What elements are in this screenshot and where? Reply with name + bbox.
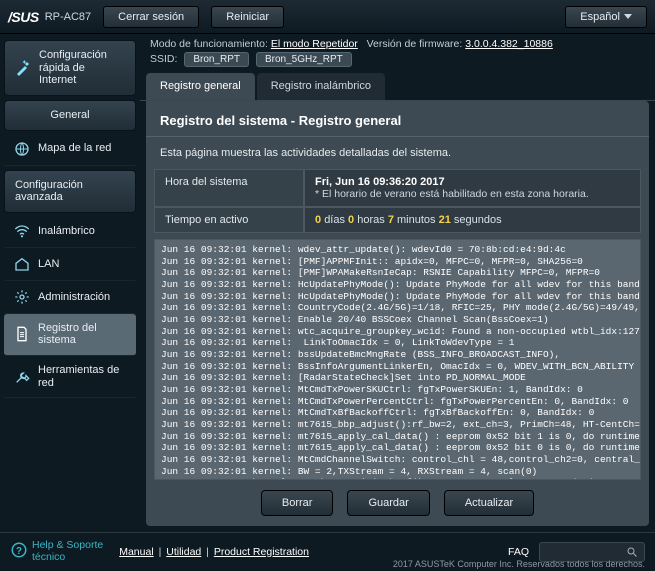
sidebar-label: Administración [38, 291, 110, 304]
op-mode-link[interactable]: El modo Repetidor [271, 38, 358, 50]
sidebar-item-wireless[interactable]: Inalámbrico [4, 215, 136, 248]
model-name: RP-AC87 [45, 11, 91, 23]
house-icon [14, 256, 30, 272]
search-input[interactable] [546, 546, 626, 558]
sidebar-label: Inalámbrico [38, 225, 95, 238]
ssid-chip-1: Bron_RPT [184, 52, 249, 67]
sidebar-item-system-log[interactable]: Registro del sistema [4, 314, 136, 356]
product-registration-link[interactable]: Product Registration [214, 546, 309, 558]
utility-link[interactable]: Utilidad [166, 546, 201, 558]
sidebar-item-quick-setup[interactable]: Configuración rápida de Internet [4, 40, 136, 96]
log-panel: Registro del sistema - Registro general … [146, 101, 649, 526]
sidebar-item-administration[interactable]: Administración [4, 281, 136, 314]
system-time-label: Hora del sistema [154, 169, 304, 207]
sidebar-label: Mapa de la red [38, 142, 111, 155]
faq-link[interactable]: FAQ [508, 546, 529, 558]
document-icon [14, 326, 30, 342]
uptime-days-num: 0 [315, 214, 321, 226]
op-mode-label: Modo de funcionamiento: [150, 38, 268, 50]
sidebar: Configuración rápida de Internet General… [0, 34, 140, 532]
dst-note: * El horario de verano está habilitado e… [315, 188, 630, 200]
wand-icon [15, 60, 31, 76]
ssid-chip-2: Bron_5GHz_RPT [256, 52, 352, 67]
uptime-label: Tiempo en activo [154, 207, 304, 233]
copyright-text: 2017 ASUSTeK Computer Inc. Reservados to… [393, 559, 645, 569]
clear-button[interactable]: Borrar [261, 490, 334, 516]
sidebar-item-network-map[interactable]: Mapa de la red [4, 133, 136, 166]
tools-icon [14, 369, 30, 385]
language-dropdown[interactable]: Español [565, 6, 647, 28]
reboot-button[interactable]: Reiniciar [211, 6, 284, 28]
sidebar-item-lan[interactable]: LAN [4, 248, 136, 281]
logout-button[interactable]: Cerrar sesión [103, 6, 199, 28]
panel-description: Esta página muestra las actividades deta… [146, 137, 649, 169]
uptime-minutes-label: minutos [397, 214, 436, 226]
brand-logo: /SUS [8, 9, 39, 25]
wifi-icon [14, 223, 30, 239]
sidebar-item-network-tools[interactable]: Herramientas de red [4, 356, 136, 398]
uptime-minutes-num: 7 [388, 214, 394, 226]
save-button[interactable]: Guardar [347, 490, 429, 516]
log-textarea[interactable] [154, 239, 641, 480]
system-time-text: Fri, Jun 16 09:36:20 2017 [315, 176, 630, 188]
help-support-label: Help & Soporte técnico [32, 540, 103, 563]
manual-link[interactable]: Manual [119, 546, 153, 558]
uptime-value: 0 días 0 horas 7 minutos 21 segundos [304, 207, 641, 233]
help-line2: técnico [32, 551, 65, 563]
help-icon: ? [10, 541, 28, 562]
sidebar-header-general[interactable]: General [4, 100, 136, 131]
panel-title: Registro del sistema - Registro general [146, 101, 649, 137]
uptime-seconds-label: segundos [454, 214, 502, 226]
sidebar-header-advanced[interactable]: Configuración avanzada [4, 170, 136, 213]
gear-icon [14, 289, 30, 305]
uptime-seconds-num: 21 [439, 214, 451, 226]
sidebar-label: LAN [38, 258, 59, 271]
fw-label: Versión de firmware: [367, 38, 463, 50]
globe-icon [14, 141, 30, 157]
language-label: Español [580, 11, 620, 23]
refresh-button[interactable]: Actualizar [444, 490, 534, 516]
sidebar-label: General [50, 109, 89, 122]
svg-text:?: ? [16, 546, 22, 557]
sidebar-label: Registro del sistema [38, 322, 126, 347]
sidebar-label: Configuración avanzada [15, 179, 125, 204]
sidebar-label: Herramientas de red [38, 364, 126, 389]
help-line1: Help & Soporte [32, 539, 103, 551]
uptime-days-label: días [324, 214, 345, 226]
tab-wireless-log[interactable]: Registro inalámbrico [257, 73, 385, 100]
fw-version-link[interactable]: 3.0.0.4.382_10886 [465, 38, 553, 50]
uptime-hours-label: horas [357, 214, 385, 226]
chevron-down-icon [624, 14, 632, 19]
sidebar-label: Configuración rápida de Internet [39, 49, 125, 87]
tab-general-log[interactable]: Registro general [146, 73, 255, 100]
uptime-hours-num: 0 [348, 214, 354, 226]
system-time-value: Fri, Jun 16 09:36:20 2017 * El horario d… [304, 169, 641, 207]
search-icon [626, 546, 638, 558]
ssid-label: SSID: [150, 53, 177, 65]
